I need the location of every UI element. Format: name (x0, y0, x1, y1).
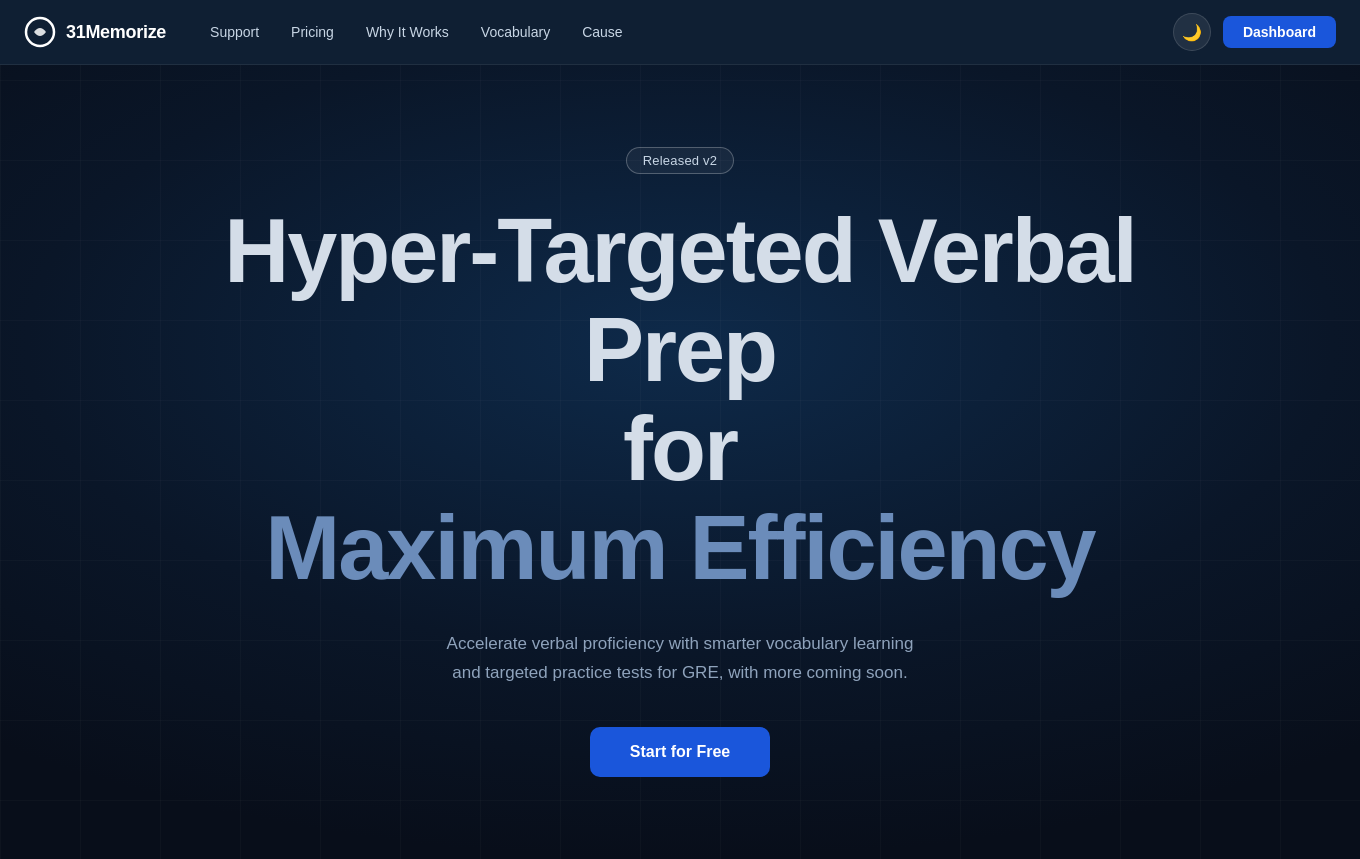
hero-title-line2: for (623, 399, 737, 499)
release-badge: Released v2 (626, 147, 734, 174)
navbar: 31Memorize Support Pricing Why It Works … (0, 0, 1360, 65)
hero-section: Released v2 Hyper-Targeted Verbal Prep f… (0, 0, 1360, 859)
start-free-button[interactable]: Start for Free (590, 727, 770, 777)
nav-link-why-it-works[interactable]: Why It Works (354, 18, 461, 46)
hero-title-accent: Maximum Efficiency (265, 499, 1094, 598)
nav-link-pricing[interactable]: Pricing (279, 18, 346, 46)
navbar-left: 31Memorize Support Pricing Why It Works … (24, 16, 635, 48)
logo-link[interactable]: 31Memorize (24, 16, 166, 48)
nav-link-cause[interactable]: Cause (570, 18, 634, 46)
hero-subtitle: Accelerate verbal proficiency with smart… (447, 630, 914, 688)
hero-subtitle-line1: Accelerate verbal proficiency with smart… (447, 634, 914, 653)
nav-links: Support Pricing Why It Works Vocabulary … (198, 18, 635, 46)
brand-name: 31Memorize (66, 22, 166, 43)
dashboard-button[interactable]: Dashboard (1223, 16, 1336, 48)
hero-inner: Released v2 Hyper-Targeted Verbal Prep f… (130, 147, 1230, 778)
nav-link-support[interactable]: Support (198, 18, 271, 46)
theme-toggle-button[interactable]: 🌙 (1173, 13, 1211, 51)
nav-link-vocabulary[interactable]: Vocabulary (469, 18, 562, 46)
navbar-right: 🌙 Dashboard (1173, 13, 1336, 51)
hero-title: Hyper-Targeted Verbal Prep for (162, 202, 1198, 499)
logo-icon (24, 16, 56, 48)
hero-subtitle-line2: and targeted practice tests for GRE, wit… (452, 663, 907, 682)
hero-title-line1: Hyper-Targeted Verbal Prep (224, 201, 1136, 400)
moon-icon: 🌙 (1182, 23, 1202, 42)
